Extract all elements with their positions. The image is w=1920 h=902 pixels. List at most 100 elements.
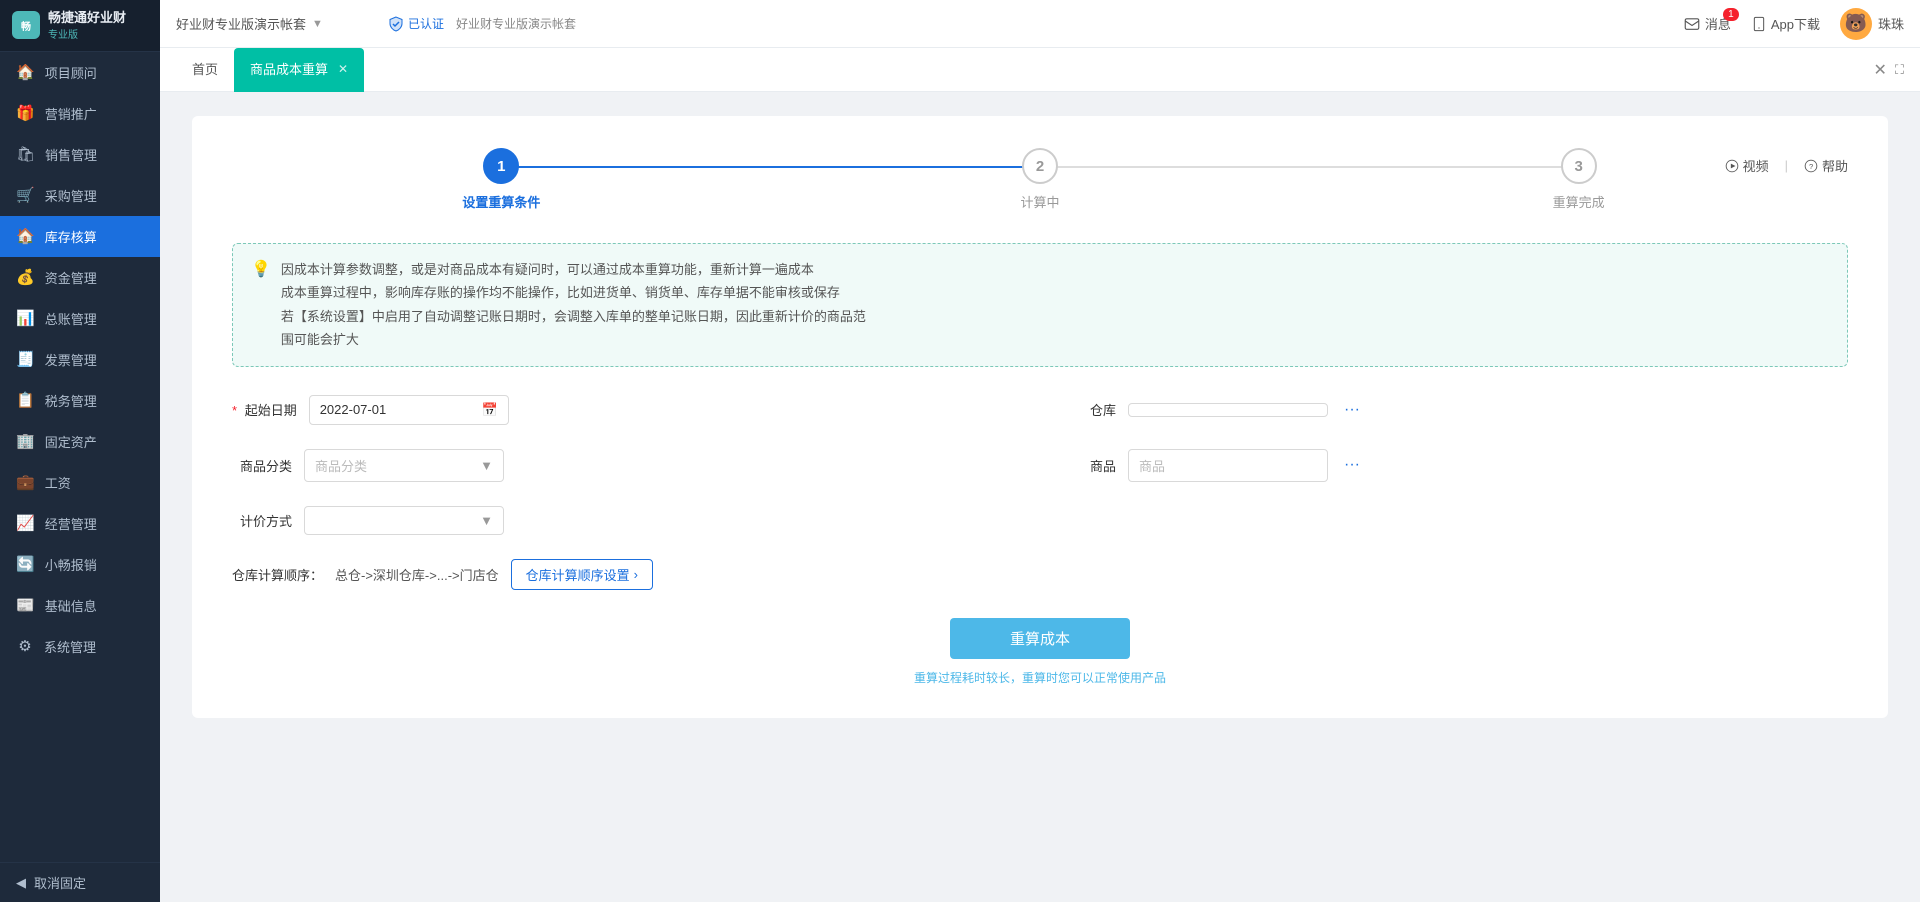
sidebar-item-invoice[interactable]: 🧾 发票管理 xyxy=(0,339,160,380)
warehouse-order-label: 仓库计算顺序： xyxy=(232,565,323,584)
steps: 1 设置重算条件 2 计算中 3 重算完成 xyxy=(232,148,1848,211)
page-content: 1 设置重算条件 2 计算中 3 重算完成 xyxy=(160,92,1920,902)
sidebar-item-label: 基础信息 xyxy=(45,596,97,615)
warehouse-order-btn[interactable]: 仓库计算顺序设置 › xyxy=(511,559,653,590)
topbar-actions: 消息 1 App下载 🐻 珠珠 xyxy=(1683,8,1904,40)
tabbar: 首页 商品成本重算 ✕ ✕ ⛶ xyxy=(160,48,1920,92)
verified-text: 已认证 xyxy=(408,15,444,32)
info-line-2: 成本重算过程中，影响库存账的操作均不能操作，比如进货单、销货单、库存单据不能审核… xyxy=(281,281,866,304)
category-label: 商品分类 xyxy=(232,456,292,475)
info-line-4: 围可能会扩大 xyxy=(281,328,866,351)
sidebar-item-expense[interactable]: 🔄 小畅报销 xyxy=(0,544,160,585)
message-button[interactable]: 消息 1 xyxy=(1683,14,1731,33)
category-select[interactable]: 商品分类 ▼ xyxy=(304,449,504,482)
account-selector[interactable]: 好业财专业版演示帐套 ▼ xyxy=(176,14,376,33)
tab-home-label: 首页 xyxy=(192,59,218,78)
play-icon xyxy=(1725,159,1739,173)
app-download-button[interactable]: App下载 xyxy=(1751,14,1820,33)
required-asterisk: * xyxy=(232,403,237,418)
info-icon: 💡 xyxy=(251,259,271,279)
sidebar-app-title: 畅捷通好业财 xyxy=(48,10,126,26)
sidebar-item-inventory[interactable]: 🏠 库存核算 xyxy=(0,216,160,257)
tab-recalc[interactable]: 商品成本重算 ✕ xyxy=(234,48,364,92)
app-download-label: App下载 xyxy=(1771,14,1820,33)
help-label: 帮助 xyxy=(1822,156,1848,175)
avatar: 🐻 xyxy=(1840,8,1872,40)
sidebar-cancel-fixed[interactable]: ◀ 取消固定 xyxy=(0,862,160,902)
video-link[interactable]: 视频 xyxy=(1725,156,1769,175)
main-card: 1 设置重算条件 2 计算中 3 重算完成 xyxy=(192,116,1888,718)
start-date-input[interactable]: 2022-07-01 📅 xyxy=(309,395,509,425)
message-icon xyxy=(1683,15,1701,33)
price-method-select[interactable]: ▼ xyxy=(304,506,504,535)
warehouse-group: 仓库 ··· xyxy=(1056,400,1848,419)
product-input[interactable]: 商品 xyxy=(1128,449,1328,482)
product-more-btn[interactable]: ··· xyxy=(1340,456,1364,474)
sidebar-item-accounting[interactable]: 📊 总账管理 xyxy=(0,298,160,339)
sidebar-item-system[interactable]: ⚙ 系统管理 xyxy=(0,626,160,667)
product-placeholder: 商品 xyxy=(1139,456,1317,475)
sidebar-logo: 畅 xyxy=(12,11,40,39)
close-window-icon[interactable]: ✕ xyxy=(1873,60,1886,80)
tax-icon: 📋 xyxy=(16,391,35,409)
help-link[interactable]: ? 帮助 xyxy=(1804,156,1848,175)
category-group: 商品分类 商品分类 ▼ xyxy=(232,449,1024,482)
sales-icon: 🛍 xyxy=(16,145,35,163)
price-method-chevron-icon: ▼ xyxy=(480,513,493,528)
username-label: 珠珠 xyxy=(1878,14,1904,33)
sidebar-item-marketing[interactable]: 🎁 营销推广 xyxy=(0,93,160,134)
svg-text:?: ? xyxy=(1809,161,1813,170)
sidebar-title-block: 畅捷通好业财 专业版 xyxy=(48,10,126,41)
verified-badge: 已认证 xyxy=(388,15,444,32)
form-row-3: 计价方式 ▼ xyxy=(232,506,1848,535)
warehouse-input[interactable] xyxy=(1128,403,1328,417)
sidebar-item-label: 采购管理 xyxy=(45,186,97,205)
system-icon: ⚙ xyxy=(16,637,34,655)
user-profile[interactable]: 🐻 珠珠 xyxy=(1840,8,1904,40)
main-content: 好业财专业版演示帐套 ▼ 已认证 好业财专业版演示帐套 消息 1 xyxy=(160,0,1920,902)
sidebar-item-tax[interactable]: 📋 税务管理 xyxy=(0,380,160,421)
sidebar-item-finance[interactable]: 💰 资金管理 xyxy=(0,257,160,298)
sidebar-item-label: 系统管理 xyxy=(44,637,96,656)
account-chevron-icon: ▼ xyxy=(312,18,323,30)
sidebar-item-label: 税务管理 xyxy=(45,391,97,410)
recalc-btn-label: 重算成本 xyxy=(1010,631,1070,648)
mobile-icon xyxy=(1751,15,1767,33)
steps-actions: 视频 | ? 帮助 xyxy=(1725,156,1848,175)
sidebar-item-label: 库存核算 xyxy=(45,227,97,246)
tab-home[interactable]: 首页 xyxy=(176,48,234,92)
sidebar-item-salary[interactable]: 💼 工资 xyxy=(0,462,160,503)
sidebar-item-label: 项目顾问 xyxy=(45,63,97,82)
inventory-icon: 🏠 xyxy=(16,227,35,245)
help-icon: ? xyxy=(1804,159,1818,173)
tab-close-icon[interactable]: ✕ xyxy=(338,62,348,76)
sidebar-header: 畅 畅捷通好业财 专业版 xyxy=(0,0,160,52)
calendar-icon[interactable]: 📅 xyxy=(482,402,498,418)
step-1-label: 设置重算条件 xyxy=(462,192,540,211)
sidebar-item-label: 固定资产 xyxy=(45,432,97,451)
sidebar-item-basic[interactable]: 📰 基础信息 xyxy=(0,585,160,626)
accounting-icon: 📊 xyxy=(16,309,35,327)
salary-icon: 💼 xyxy=(16,473,35,491)
recalc-section: 重算成本 重算过程耗时较长，重算时您可以正常使用产品 xyxy=(232,618,1848,686)
sidebar-item-label: 销售管理 xyxy=(45,145,97,164)
message-badge: 1 xyxy=(1723,8,1739,21)
tabbar-controls: ✕ ⛶ xyxy=(1873,60,1904,80)
warehouse-more-btn[interactable]: ··· xyxy=(1340,401,1364,419)
warehouse-order-row: 仓库计算顺序： 总仓->深圳仓库->...->门店仓 仓库计算顺序设置 › xyxy=(232,559,1848,590)
sidebar-item-project[interactable]: 🏠 项目顾问 xyxy=(0,52,160,93)
sidebar-item-sales[interactable]: 🛍 销售管理 xyxy=(0,134,160,175)
info-line-3: 若【系统设置】中启用了自动调整记账日期时，会调整入库单的整单记账日期，因此重新计… xyxy=(281,305,866,328)
warehouse-order-btn-label: 仓库计算顺序设置 xyxy=(526,565,630,584)
step-3-circle: 3 xyxy=(1561,148,1597,184)
sidebar-item-label: 总账管理 xyxy=(45,309,97,328)
start-date-label: * 起始日期 xyxy=(232,400,297,419)
sidebar-menu: 🏠 项目顾问 🎁 营销推广 🛍 销售管理 🛒 采购管理 🏠 库存核算 💰 资金管… xyxy=(0,52,160,862)
sidebar-item-operations[interactable]: 📈 经营管理 xyxy=(0,503,160,544)
recalc-button[interactable]: 重算成本 xyxy=(950,618,1130,659)
sidebar-item-purchase[interactable]: 🛒 采购管理 xyxy=(0,175,160,216)
maximize-window-icon[interactable]: ⛶ xyxy=(1895,62,1904,78)
marketing-icon: 🎁 xyxy=(16,104,35,122)
sidebar-item-assets[interactable]: 🏢 固定资产 xyxy=(0,421,160,462)
step-2-label: 计算中 xyxy=(1021,192,1060,211)
